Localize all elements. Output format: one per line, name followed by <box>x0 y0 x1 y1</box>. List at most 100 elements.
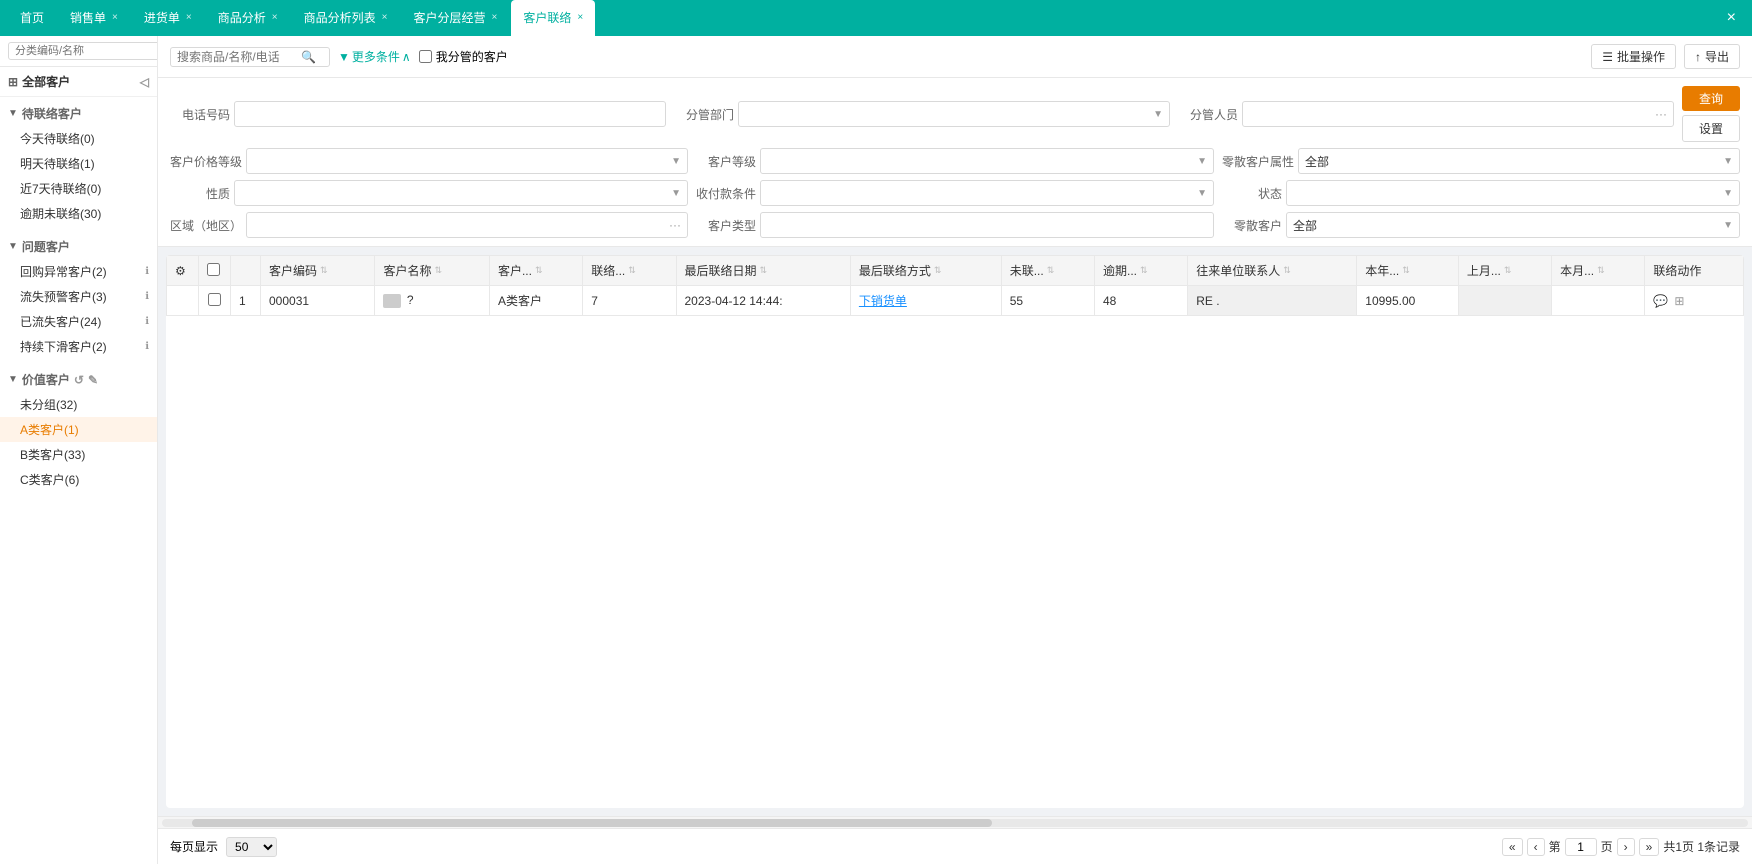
th-name[interactable]: 客户名称 ⇅ <box>375 256 489 286</box>
customer-type-select[interactable] <box>760 212 1214 238</box>
export-button[interactable]: ↑ 导出 <box>1684 44 1740 69</box>
sidebar-search-input[interactable] <box>8 42 158 60</box>
th-category[interactable]: 客户... ⇅ <box>489 256 582 286</box>
retail-customer-select[interactable]: 全部 ▼ <box>1286 212 1740 238</box>
tab-customer-contact[interactable]: 客户联络 × <box>511 0 595 36</box>
th-this-month[interactable]: 本月... ⇅ <box>1552 256 1645 286</box>
table-header: ⚙ 客户编码 ⇅ <box>167 256 1744 286</box>
td-checkbox[interactable] <box>199 286 231 316</box>
query-button[interactable]: 查询 <box>1682 86 1740 111</box>
last-page-button[interactable]: » <box>1639 838 1660 856</box>
person-dots-icon[interactable]: ··· <box>1655 107 1667 121</box>
tab-purchase[interactable]: 进货单 × <box>132 0 204 36</box>
tab-analysis[interactable]: 商品分析 × <box>206 0 290 36</box>
home-tab[interactable]: 首页 <box>8 0 56 36</box>
settings-button[interactable]: 设置 <box>1682 115 1740 142</box>
retail-attr-select[interactable]: 全部 ▼ <box>1298 148 1740 174</box>
pending-contact-title[interactable]: ▼ 待联络客户 <box>0 101 157 126</box>
page-size-label: 每页显示 <box>170 838 218 855</box>
payment-select[interactable]: ▼ <box>760 180 1214 206</box>
message-icon[interactable]: 💬 <box>1653 294 1668 308</box>
refresh-icon[interactable]: ↺ <box>74 373 84 387</box>
th-overdue[interactable]: 逾期... ⇅ <box>1094 256 1187 286</box>
sidebar-item-today[interactable]: 今天待联络(0) <box>0 126 157 151</box>
close-customer-contact-tab[interactable]: × <box>577 0 583 36</box>
th-code[interactable]: 客户编码 ⇅ <box>261 256 375 286</box>
price-level-select[interactable]: ▼ <box>246 148 688 174</box>
region-label: 区域（地区） <box>170 217 242 234</box>
next-page-button[interactable]: › <box>1617 838 1635 856</box>
page-size-select[interactable]: 50 20 100 <box>226 837 277 857</box>
sidebar-collapse-button[interactable]: ◁ <box>140 75 149 89</box>
sidebar-item-churn-warning[interactable]: 流失预警客户(3) ℹ <box>0 284 157 309</box>
dept-select[interactable]: ▼ <box>738 101 1170 127</box>
td-this-year: 10995.00 <box>1357 286 1459 316</box>
close-customer-segment-tab[interactable]: × <box>491 0 497 36</box>
sidebar-item-c-class[interactable]: C类客户(6) <box>0 467 157 492</box>
edit-icon[interactable]: ✎ <box>88 373 98 387</box>
filter-my-customers[interactable]: 我分管的客户 <box>419 48 508 65</box>
chevron-down-icon: ∧ <box>402 50 411 64</box>
sidebar-item-declining[interactable]: 持续下滑客户(2) ℹ <box>0 334 157 359</box>
filter-search-input[interactable] <box>177 50 297 64</box>
horizontal-scrollbar[interactable] <box>158 816 1752 828</box>
close-analysis-list-tab[interactable]: × <box>382 0 388 36</box>
status-select[interactable]: ▼ <box>1286 180 1740 206</box>
page-number-input[interactable] <box>1565 838 1597 856</box>
first-page-button[interactable]: « <box>1502 838 1523 856</box>
batch-operation-button[interactable]: ☰ 批量操作 <box>1591 44 1676 69</box>
filter-search-area: 🔍 <box>170 47 330 67</box>
dept-field: 分管部门 ▼ <box>674 101 1170 127</box>
filter-more-button[interactable]: ▼ 更多条件 ∧ <box>338 48 411 65</box>
th-checkbox[interactable] <box>199 256 231 286</box>
sidebar-item-7days[interactable]: 近7天待联络(0) <box>0 176 157 201</box>
sidebar-item-b-class[interactable]: B类客户(33) <box>0 442 157 467</box>
tab-sales[interactable]: 销售单 × <box>58 0 130 36</box>
region-select[interactable]: ··· <box>246 212 688 238</box>
customer-level-select[interactable]: ▼ <box>760 148 1214 174</box>
person-label: 分管人员 <box>1178 106 1238 123</box>
sidebar-item-unclassified[interactable]: 未分组(32) <box>0 392 157 417</box>
tab-customer-segment[interactable]: 客户分层经营 × <box>401 0 509 36</box>
sidebar-item-churned[interactable]: 已流失客户(24) ℹ <box>0 309 157 334</box>
problem-customers-title[interactable]: ▼ 问题客户 <box>0 234 157 259</box>
value-customers-title[interactable]: ▼ 价值客户 ↺ ✎ <box>0 367 157 392</box>
th-no-contact[interactable]: 未联... ⇅ <box>1001 256 1094 286</box>
settings-icon[interactable]: ⚙ <box>175 264 186 278</box>
close-sales-tab[interactable]: × <box>112 0 118 36</box>
more-icon[interactable]: ⊞ <box>1674 294 1684 308</box>
close-analysis-tab[interactable]: × <box>272 0 278 36</box>
th-last-month[interactable]: 上月... ⇅ <box>1458 256 1551 286</box>
filter-search-icon[interactable]: 🔍 <box>301 50 316 64</box>
th-contact[interactable]: 联络... ⇅ <box>583 256 676 286</box>
region-dots-icon[interactable]: ··· <box>669 218 681 232</box>
th-action: 联络动作 <box>1645 256 1744 286</box>
sidebar-item-repurchase-abnormal[interactable]: 回购异常客户(2) ℹ <box>0 259 157 284</box>
tab-analysis-list[interactable]: 商品分析列表 × <box>292 0 400 36</box>
prev-page-button[interactable]: ‹ <box>1527 838 1545 856</box>
phone-input[interactable] <box>234 101 666 127</box>
sidebar-search-area: 🔍 <box>0 36 157 67</box>
th-this-year[interactable]: 本年... ⇅ <box>1357 256 1459 286</box>
all-customers-header[interactable]: ⊞ 全部客户 ◁ <box>0 67 157 97</box>
scrollbar-thumb[interactable] <box>192 819 992 827</box>
person-select[interactable]: ··· <box>1242 101 1674 127</box>
th-settings[interactable]: ⚙ <box>167 256 199 286</box>
my-customers-checkbox[interactable] <box>419 50 432 63</box>
close-all-button[interactable]: × <box>1719 9 1744 27</box>
td-last-contact-way[interactable]: 下销货单 <box>850 286 1001 316</box>
row-checkbox[interactable] <box>208 293 221 306</box>
td-action: 💬 ⊞ <box>1645 286 1744 316</box>
th-last-contact-way[interactable]: 最后联络方式 ⇅ <box>850 256 1001 286</box>
th-seq <box>231 256 261 286</box>
th-unit-contact[interactable]: 往来单位联系人 ⇅ <box>1188 256 1357 286</box>
arrow-icon: ▼ <box>8 241 18 252</box>
sidebar-item-a-class[interactable]: A类客户(1) <box>0 417 157 442</box>
sidebar-item-tomorrow[interactable]: 明天待联络(1) <box>0 151 157 176</box>
sidebar-item-overdue[interactable]: 逾期未联络(30) <box>0 201 157 226</box>
last-contact-way-link[interactable]: 下销货单 <box>859 294 907 308</box>
select-all-checkbox[interactable] <box>207 263 220 276</box>
nature-select[interactable]: ▼ <box>234 180 688 206</box>
close-purchase-tab[interactable]: × <box>186 0 192 36</box>
th-last-contact-date[interactable]: 最后联络日期 ⇅ <box>676 256 850 286</box>
